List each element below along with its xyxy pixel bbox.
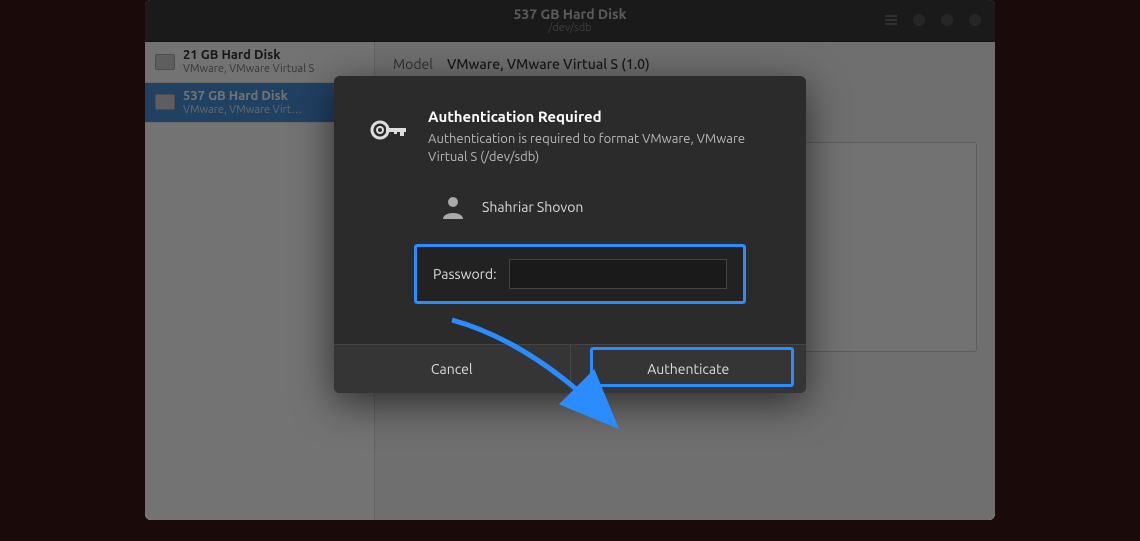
authenticate-button[interactable]: Authenticate [571,345,807,393]
dialog-header: Authentication Required Authentication i… [366,108,774,166]
dialog-message: Authentication is required to format VMw… [428,131,774,166]
dialog-buttons: Cancel Authenticate [334,344,806,393]
dialog-title: Authentication Required [428,108,774,125]
authentication-dialog: Authentication Required Authentication i… [334,76,806,393]
username-label: Shahriar Shovon [482,199,583,215]
user-icon [438,192,468,222]
password-row: Password: [414,244,746,304]
user-row: Shahriar Shovon [438,192,774,222]
password-input[interactable] [509,259,727,289]
password-label: Password: [433,266,497,282]
dialog-body: Authentication Required Authentication i… [334,76,806,344]
cancel-button[interactable]: Cancel [334,345,571,393]
dialog-texts: Authentication Required Authentication i… [428,108,774,166]
key-icon [366,108,410,152]
